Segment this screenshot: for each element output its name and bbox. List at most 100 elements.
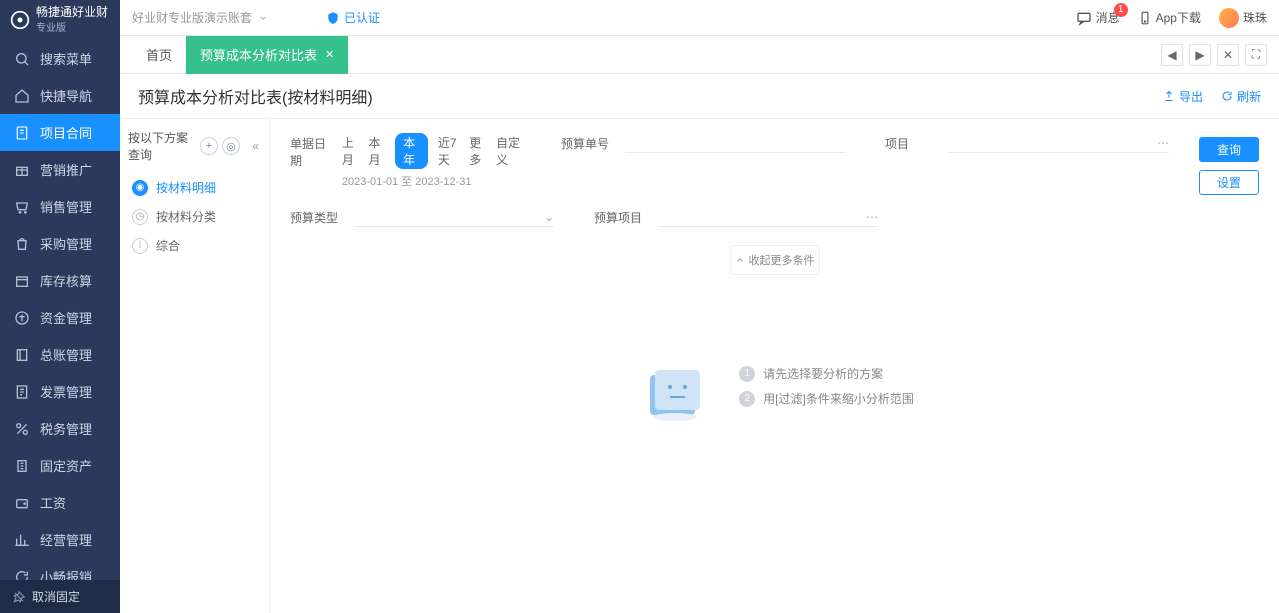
budget-item-label: 预算项目 <box>594 207 650 226</box>
tab-budget-analysis[interactable]: 预算成本分析对比表 ✕ <box>186 36 348 74</box>
nav-label: 小畅报销 <box>40 567 92 580</box>
preset-7days[interactable]: 近7天 <box>438 134 459 168</box>
nav-list: 搜索菜单 快捷导航 项目合同 营销推广 销售管理 采购管理 库存核算 资金管理 … <box>0 40 120 580</box>
collapse-panel-button[interactable]: « <box>250 139 261 153</box>
messages-button[interactable]: 消息 1 <box>1076 9 1120 26</box>
tab-home[interactable]: 首页 <box>132 36 186 74</box>
nav-inventory[interactable]: 库存核算 <box>0 262 120 299</box>
refresh-icon <box>1221 90 1233 102</box>
preset-this-year[interactable]: 本年 <box>395 133 428 169</box>
building-icon <box>14 458 30 474</box>
nav-operation[interactable]: 经营管理 <box>0 521 120 558</box>
budget-no-input[interactable] <box>625 133 845 153</box>
preset-custom[interactable]: 自定义 <box>496 134 521 168</box>
verified-badge: 已认证 <box>326 9 380 26</box>
nav-purchase[interactable]: 采购管理 <box>0 225 120 262</box>
scheme-label: 按材料分类 <box>156 208 216 225</box>
scheme-panel: 按以下方案查询 + ◎ « ◉ 按材料明细 ◷ 按材料分类 ⁝ <box>120 119 270 613</box>
chart-icon <box>14 532 30 548</box>
messages-badge: 1 <box>1114 3 1128 17</box>
nav-project-contract[interactable]: 项目合同 <box>0 114 120 151</box>
unpin-label: 取消固定 <box>32 588 80 605</box>
user-menu[interactable]: 珠珠 <box>1219 8 1267 28</box>
refresh-button[interactable]: 刷新 <box>1221 88 1261 105</box>
nav-quick-nav[interactable]: 快捷导航 <box>0 77 120 114</box>
query-button[interactable]: 查询 <box>1199 137 1259 162</box>
receipt-icon <box>14 384 30 400</box>
search-icon <box>14 51 30 67</box>
nav-label: 销售管理 <box>40 197 92 216</box>
empty-illustration <box>635 355 715 425</box>
brand-logo: 畅捷通好业财 专业版 <box>0 0 120 40</box>
export-icon <box>1163 90 1175 102</box>
nav-label: 资金管理 <box>40 308 92 327</box>
more-icon[interactable]: ⋯ <box>1157 136 1169 150</box>
collapse-label: 收起更多条件 <box>749 252 815 268</box>
home-icon <box>14 88 30 104</box>
nav-label: 采购管理 <box>40 234 92 253</box>
nav-invoice[interactable]: 发票管理 <box>0 373 120 410</box>
percent-icon <box>14 421 30 437</box>
scheme-label: 综合 <box>156 237 180 254</box>
nav-marketing[interactable]: 营销推广 <box>0 151 120 188</box>
tab-prev-button[interactable]: ◀ <box>1161 44 1183 66</box>
project-input[interactable]: ⋯ <box>949 133 1169 153</box>
step-1-text: 请先选择要分析的方案 <box>763 365 883 382</box>
nav-fixed-asset[interactable]: 固定资产 <box>0 447 120 484</box>
fullscreen-button[interactable]: ⛶ <box>1245 44 1267 66</box>
settings-button[interactable]: 设置 <box>1199 170 1259 195</box>
preset-this-month[interactable]: 本月 <box>369 134 386 168</box>
budget-type-select[interactable]: ⌄ <box>354 207 554 227</box>
box-icon <box>14 273 30 289</box>
add-scheme-button[interactable]: + <box>200 137 218 155</box>
nav-ledger[interactable]: 总账管理 <box>0 336 120 373</box>
budget-item-input[interactable]: ⋯ <box>658 207 878 227</box>
export-button[interactable]: 导出 <box>1163 88 1203 105</box>
scheme-label: 按材料明细 <box>156 179 216 196</box>
preset-more[interactable]: 更多 <box>469 134 486 168</box>
nav-label: 工资 <box>40 493 66 512</box>
topbar: 好业财专业版演示账套 已认证 消息 1 App下载 珠珠 <box>120 0 1279 36</box>
gift-icon <box>14 162 30 178</box>
budget-type-label: 预算类型 <box>290 207 346 226</box>
more-icon[interactable]: ⋯ <box>866 210 878 224</box>
preset-last-month[interactable]: 上月 <box>342 134 359 168</box>
budget-no-label: 预算单号 <box>561 133 617 152</box>
scheme-header-label: 按以下方案查询 <box>128 129 194 163</box>
nav-search-menu[interactable]: 搜索菜单 <box>0 40 120 77</box>
project-label: 项目 <box>885 133 941 152</box>
nav-label: 经营管理 <box>40 530 92 549</box>
brand-edition: 专业版 <box>36 19 108 34</box>
collapse-filters-button[interactable]: 收起更多条件 <box>730 245 820 275</box>
brand-name: 畅捷通好业财 <box>36 6 108 19</box>
tab-close-all-button[interactable]: ✕ <box>1217 44 1239 66</box>
refresh-icon <box>14 569 30 580</box>
download-label: App下载 <box>1156 9 1201 26</box>
scheme-settings-button[interactable]: ◎ <box>222 137 240 155</box>
chevron-down-icon <box>258 13 268 23</box>
app-download-button[interactable]: App下载 <box>1138 9 1201 26</box>
nav-fund[interactable]: 资金管理 <box>0 299 120 336</box>
step-2-num: 2 <box>739 391 755 407</box>
nav-sales[interactable]: 销售管理 <box>0 188 120 225</box>
stats-icon: ⁝ <box>132 238 148 254</box>
date-range: 2023-01-01 至 2023-12-31 <box>342 173 521 189</box>
account-selector[interactable]: 好业财专业版演示账套 <box>132 9 302 26</box>
avatar <box>1219 8 1239 28</box>
refresh-label: 刷新 <box>1237 88 1261 105</box>
scheme-material-detail[interactable]: ◉ 按材料明细 <box>128 173 261 202</box>
unpin-button[interactable]: 取消固定 <box>0 580 120 613</box>
nav-reimburse[interactable]: 小畅报销 <box>0 558 120 580</box>
tab-label: 预算成本分析对比表 <box>200 45 317 64</box>
nav-tax[interactable]: 税务管理 <box>0 410 120 447</box>
brand-icon <box>10 10 30 30</box>
user-name: 珠珠 <box>1243 9 1267 26</box>
scheme-comprehensive[interactable]: ⁝ 综合 <box>128 231 261 260</box>
nav-salary[interactable]: 工资 <box>0 484 120 521</box>
close-icon[interactable]: ✕ <box>325 48 334 61</box>
filter-area: 单据日期 上月 本月 本年 近7天 更多 自定义 <box>270 119 1279 613</box>
step-2-text: 用[过滤]条件来缩小分析范围 <box>763 390 914 407</box>
scheme-material-category[interactable]: ◷ 按材料分类 <box>128 202 261 231</box>
book-icon <box>14 347 30 363</box>
tab-next-button[interactable]: ▶ <box>1189 44 1211 66</box>
